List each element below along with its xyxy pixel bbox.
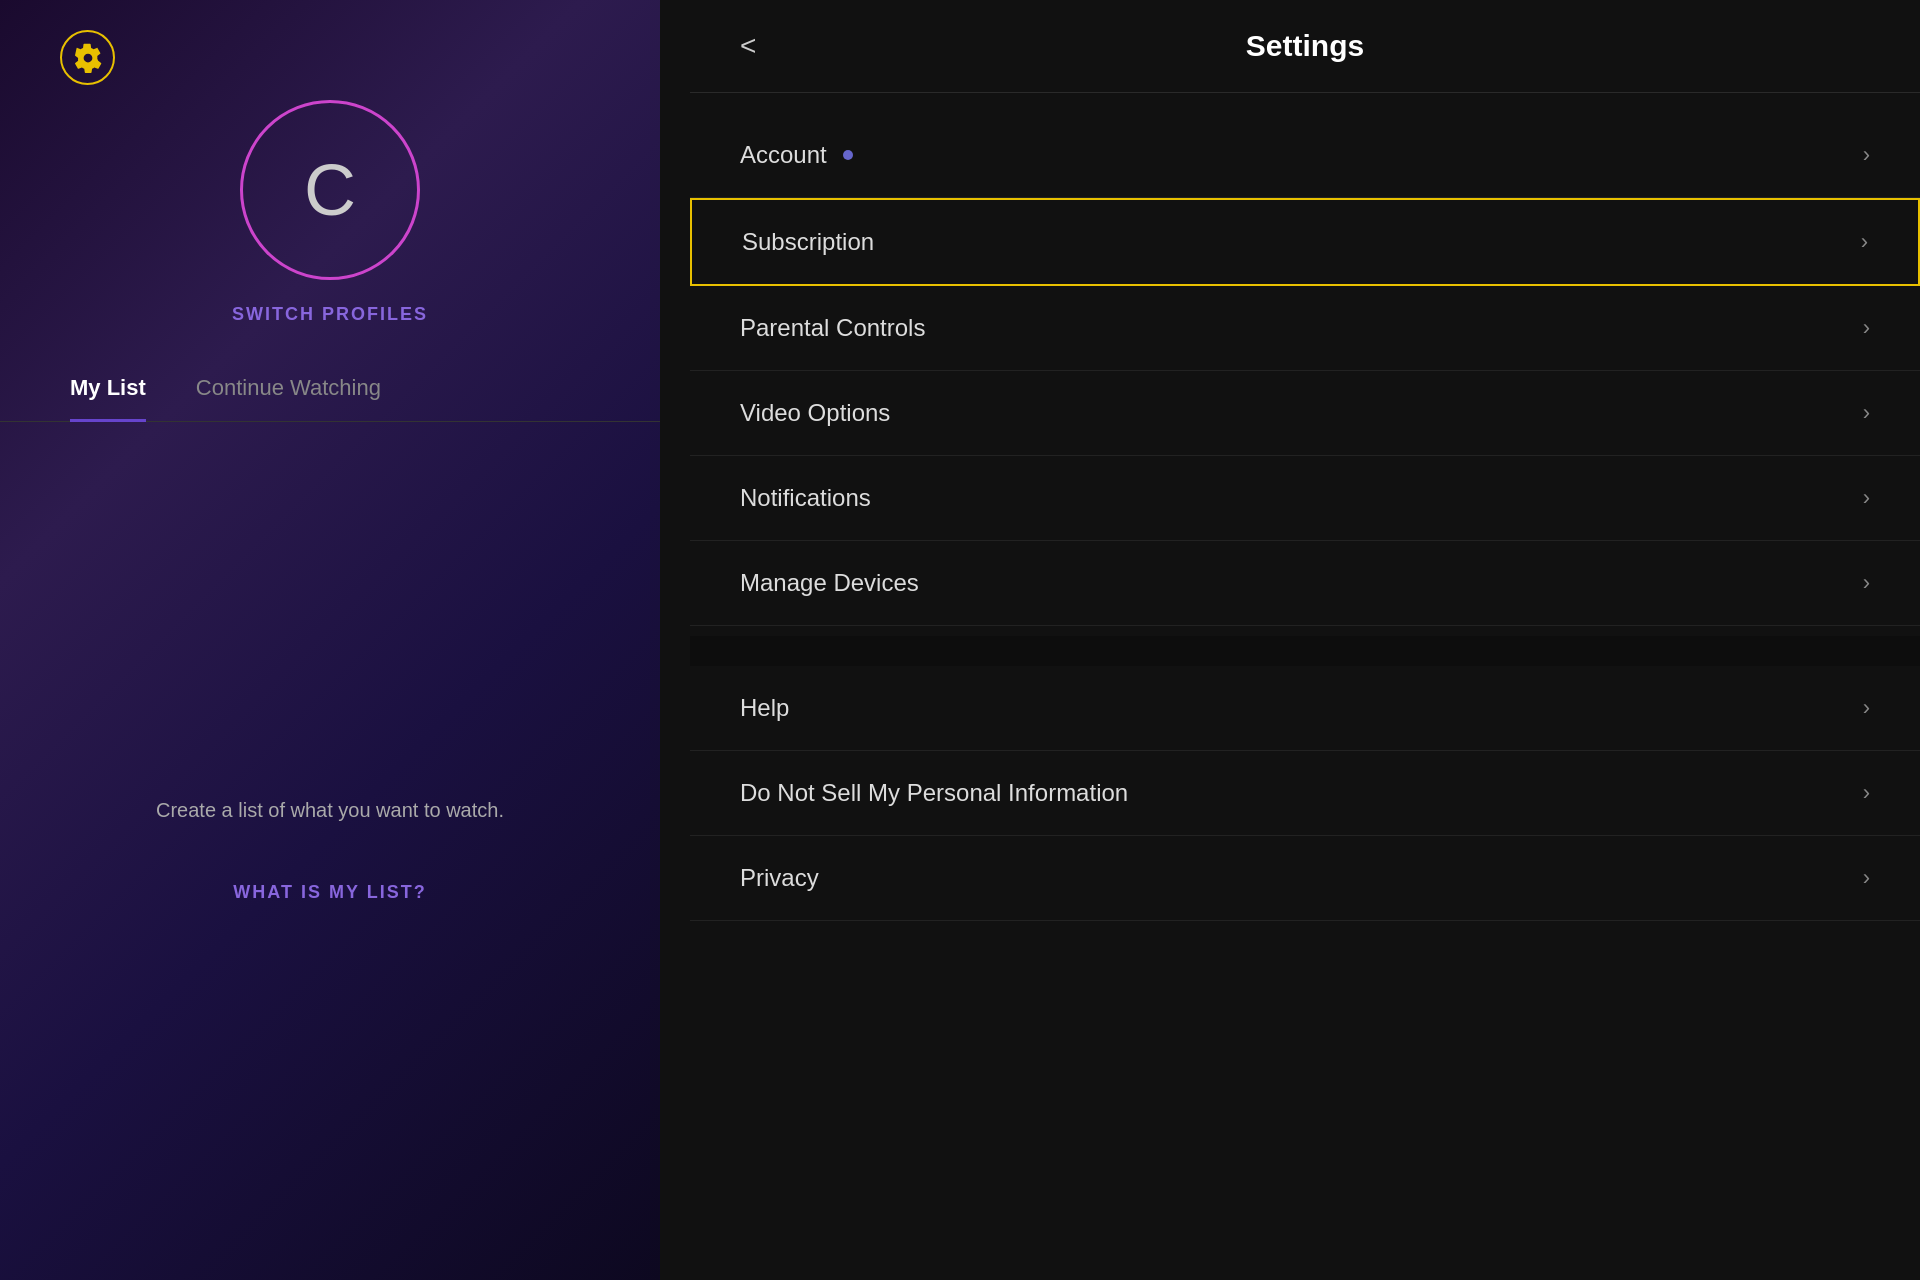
account-notification-dot <box>843 150 853 160</box>
settings-item-notifications[interactable]: Notifications › <box>690 456 1920 541</box>
chevron-right-icon: › <box>1863 485 1870 511</box>
settings-header: < Settings <box>690 0 1920 93</box>
panel-divider <box>660 0 690 1280</box>
gear-icon <box>73 43 103 73</box>
back-button[interactable]: < <box>740 30 756 62</box>
settings-section-secondary: Help › Do Not Sell My Personal Informati… <box>690 666 1920 921</box>
chevron-right-icon: › <box>1861 229 1868 255</box>
chevron-right-icon: › <box>1863 570 1870 596</box>
left-panel: C SWITCH PROFILES My List Continue Watch… <box>0 0 660 1280</box>
settings-item-parental-controls[interactable]: Parental Controls › <box>690 286 1920 371</box>
settings-section-main: Account › Subscription › Parental Contro… <box>690 113 1920 626</box>
empty-list-text: Create a list of what you want to watch. <box>156 799 504 822</box>
what-is-my-list-button[interactable]: WHAT IS MY LIST? <box>233 882 426 903</box>
switch-profiles-button[interactable]: SWITCH PROFILES <box>232 304 428 325</box>
avatar: C <box>240 100 420 280</box>
tab-my-list[interactable]: My List <box>70 375 146 409</box>
right-panel: < Settings Account › Subscription › Pa <box>690 0 1920 1280</box>
empty-list-area: Create a list of what you want to watch.… <box>116 422 544 1280</box>
settings-item-help[interactable]: Help › <box>690 666 1920 751</box>
settings-item-video-options[interactable]: Video Options › <box>690 371 1920 456</box>
chevron-right-icon: › <box>1863 400 1870 426</box>
settings-item-privacy[interactable]: Privacy › <box>690 836 1920 921</box>
settings-item-account[interactable]: Account › <box>690 113 1920 198</box>
settings-item-subscription[interactable]: Subscription › <box>690 198 1920 286</box>
section-gap <box>690 636 1920 666</box>
gear-icon-button[interactable] <box>60 30 115 85</box>
chevron-right-icon: › <box>1863 695 1870 721</box>
tabs-container: My List Continue Watching <box>0 375 660 422</box>
settings-item-do-not-sell[interactable]: Do Not Sell My Personal Information › <box>690 751 1920 836</box>
chevron-right-icon: › <box>1863 315 1870 341</box>
settings-item-manage-devices[interactable]: Manage Devices › <box>690 541 1920 626</box>
settings-list: Account › Subscription › Parental Contro… <box>690 93 1920 1280</box>
settings-title: Settings <box>1246 29 1364 63</box>
chevron-right-icon: › <box>1863 865 1870 891</box>
chevron-right-icon: › <box>1863 142 1870 168</box>
chevron-right-icon: › <box>1863 780 1870 806</box>
tab-continue-watching[interactable]: Continue Watching <box>196 375 381 409</box>
avatar-letter: C <box>304 149 356 231</box>
